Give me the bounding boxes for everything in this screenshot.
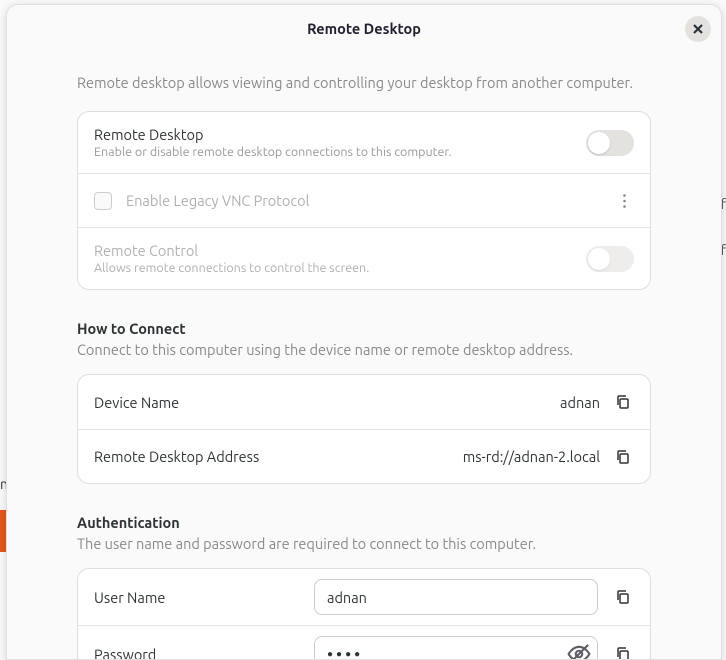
close-button[interactable] — [685, 16, 711, 42]
rc-subtitle: Allows remote connections to control the… — [94, 261, 586, 275]
username-label: User Name — [94, 589, 314, 606]
remote-desktop-dialog: Remote Desktop Remote desktop allows vie… — [6, 4, 722, 660]
auth-heading: Authentication — [77, 514, 651, 531]
rd-address-value: ms-rd://adnan-2.local — [463, 448, 600, 465]
password-input[interactable] — [314, 636, 598, 659]
toggle-password-visibility-button[interactable] — [566, 641, 592, 659]
connect-group: Device Name adnan Remote Desktop Address… — [77, 374, 651, 484]
options-group: Remote Desktop Enable or disable remote … — [77, 111, 651, 290]
device-name-value: adnan — [560, 394, 600, 411]
remote-control-switch — [586, 246, 634, 272]
rd-title: Remote Desktop — [94, 126, 586, 143]
auth-group: User Name Password — [77, 568, 651, 659]
password-label: Password — [94, 646, 314, 659]
rd-subtitle: Enable or disable remote desktop connect… — [94, 145, 586, 159]
close-icon — [692, 23, 704, 35]
username-input[interactable] — [314, 579, 598, 615]
copy-icon — [615, 589, 631, 605]
rd-address-label: Remote Desktop Address — [94, 448, 463, 465]
password-row: Password — [78, 625, 650, 659]
vnc-options-menu-button[interactable] — [614, 191, 634, 211]
auth-desc: The user name and password are required … — [77, 535, 651, 552]
username-row: User Name — [78, 569, 650, 625]
copy-icon — [615, 394, 631, 410]
connect-heading: How to Connect — [77, 320, 651, 337]
remote-desktop-switch[interactable] — [586, 130, 634, 156]
legacy-vnc-label: Enable Legacy VNC Protocol — [126, 192, 614, 209]
copy-device-name-button[interactable] — [612, 391, 634, 413]
dialog-content: Remote desktop allows viewing and contro… — [7, 52, 721, 659]
dialog-titlebar: Remote Desktop — [7, 5, 721, 52]
remote-desktop-row: Remote Desktop Enable or disable remote … — [78, 112, 650, 173]
rc-title: Remote Control — [94, 242, 586, 259]
legacy-vnc-row: Enable Legacy VNC Protocol — [78, 173, 650, 227]
legacy-vnc-checkbox[interactable] — [94, 192, 112, 210]
copy-icon — [615, 449, 631, 465]
copy-icon — [615, 646, 631, 659]
intro-text: Remote desktop allows viewing and contro… — [77, 72, 651, 93]
kebab-icon — [623, 194, 626, 208]
connect-desc: Connect to this computer using the devic… — [77, 341, 651, 358]
remote-control-row: Remote Control Allows remote connections… — [78, 227, 650, 289]
device-name-label: Device Name — [94, 394, 560, 411]
copy-password-button[interactable] — [612, 643, 634, 659]
dialog-title: Remote Desktop — [307, 20, 421, 37]
device-name-row: Device Name adnan — [78, 375, 650, 429]
rd-address-row: Remote Desktop Address ms-rd://adnan-2.l… — [78, 429, 650, 483]
copy-username-button[interactable] — [612, 586, 634, 608]
copy-rd-address-button[interactable] — [612, 446, 634, 468]
eye-off-icon — [566, 641, 592, 659]
